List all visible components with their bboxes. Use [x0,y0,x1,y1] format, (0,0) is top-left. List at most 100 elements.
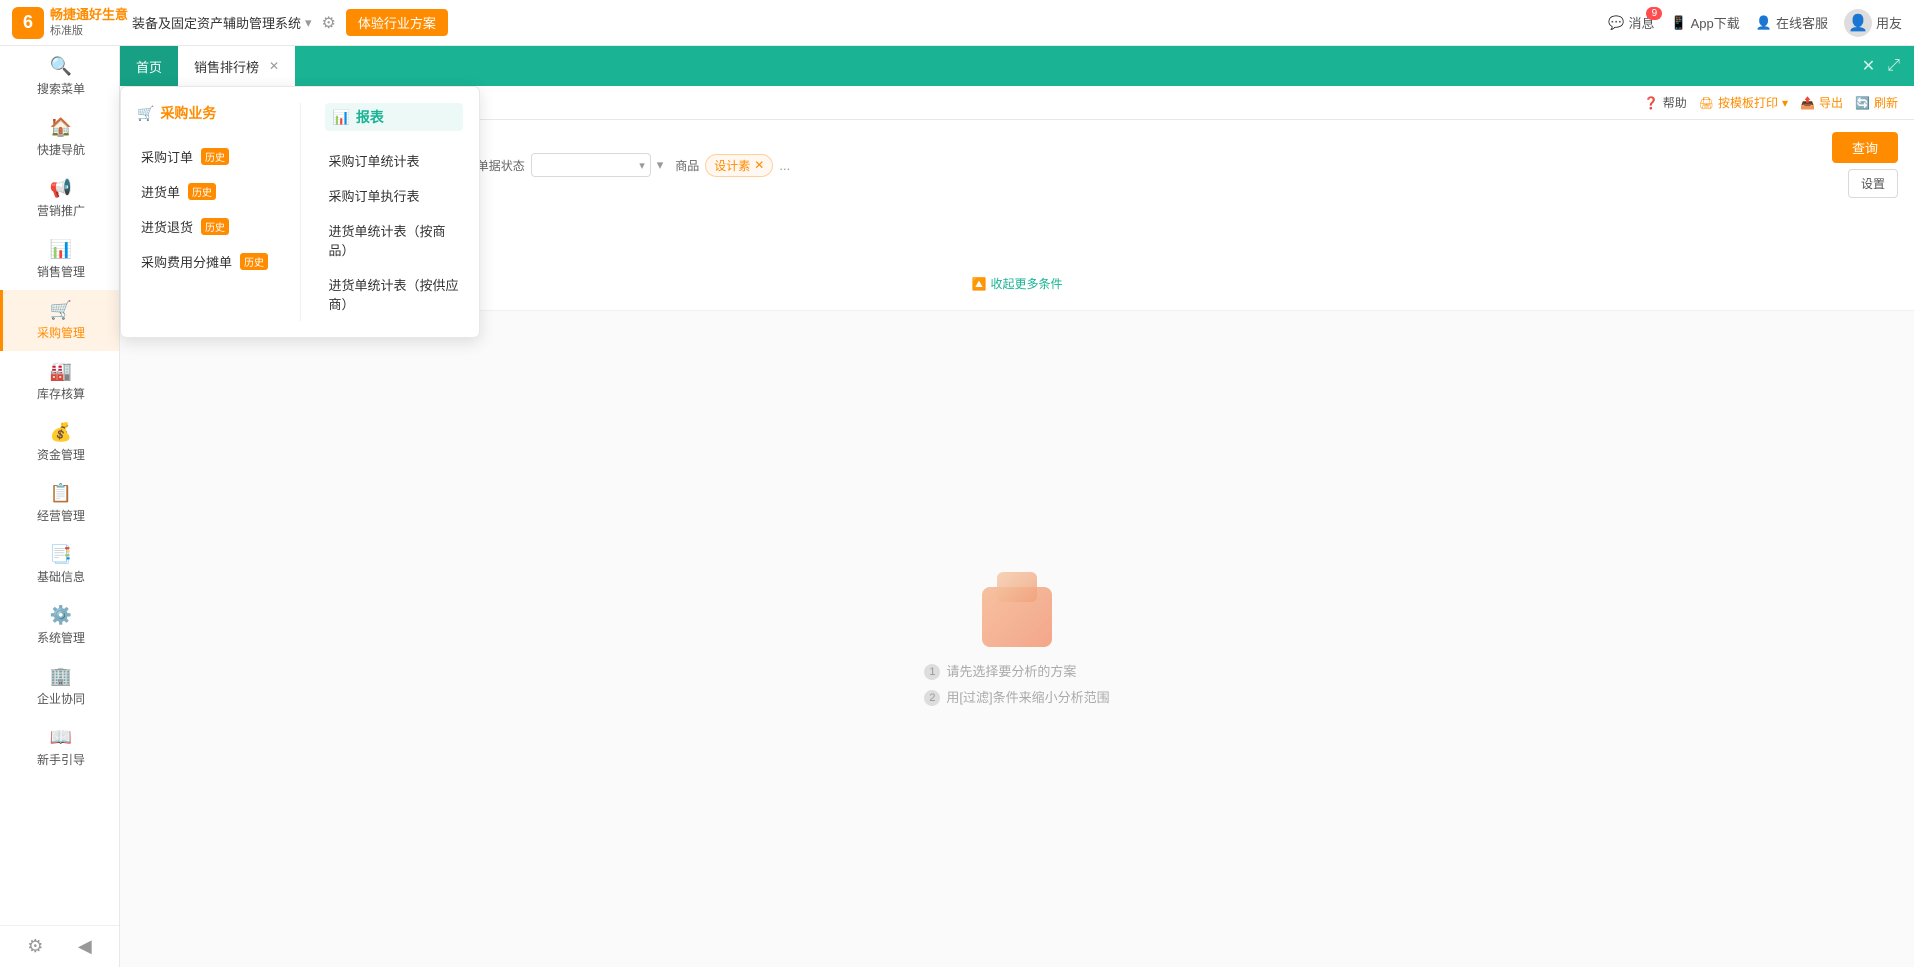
header-right: 💬 消息 9 📱 App下载 👤 在线客服 👤 用友 [1608,9,1902,37]
history-tag-3: 历史 [240,253,268,270]
purchase-menu-item-3[interactable]: 采购费用分摊单历史 [137,244,276,279]
tab-actions: ✕ ⤢ [1848,56,1914,76]
sidebar-item-basic[interactable]: 📑基础信息 [0,534,119,595]
sidebar-item-capital[interactable]: 💰资金管理 [0,412,119,473]
sidebar-label-search: 搜索菜单 [37,80,85,97]
sidebar-item-guide[interactable]: 📖新手引导 [0,717,119,778]
top-header: 6 畅捷通好生意 标准版 装备及固定资产辅助管理系统 ▾ ⚙ 体验行业方案 💬 … [0,0,1914,46]
brand-name: 畅捷通好生意 [50,7,128,24]
hint-item-1: 1 请先选择要分析的方案 [924,659,1109,685]
robot-head [997,572,1037,602]
sidebar-item-marketing[interactable]: 📢营销推广 [0,168,119,229]
message-icon: 💬 [1608,15,1624,31]
service-icon: 👤 [1756,15,1772,31]
print-btn[interactable]: 🖨 按模板打印 ▾ [1699,94,1788,111]
empty-area: 1 请先选择要分析的方案 2 用[过滤]条件来缩小分析范围 [120,311,1914,967]
sidebar-items: 🔍搜索菜单🏠快捷导航📢营销推广📊销售管理 🛒 采购管理 🏭 库存核算 💰资金管理 📋 经营管理… [0,46,119,778]
goods-filter: 商品 设计素 ✕ ... [675,154,790,177]
set-btn[interactable]: 设置 [1848,169,1898,198]
action-col: 查询 设置 [1832,132,1898,198]
sidebar-settings-btn[interactable]: ⚙ [27,936,43,957]
sidebar-icon-guide: 📖 [50,727,72,748]
tab-home[interactable]: 首页 [120,46,178,86]
brand-edition: 标准版 [50,24,128,38]
help-icon: ❓ [1644,96,1659,110]
purchase-col-title: 🛒 采购业务 [137,103,276,127]
purchase-menu-item-0[interactable]: 采购订单历史 [137,139,276,174]
print-icon: 🖨 [1699,96,1714,110]
sidebar-item-system[interactable]: ⚙️ 系统管理 [0,595,119,656]
sidebar-label-company: 企业协同 [37,690,85,707]
sidebar-item-sales[interactable]: 📊销售管理 [0,229,119,290]
report-menu-label-3: 进货单统计表（按供应商） [329,275,460,313]
history-tag-0: 历史 [201,148,229,165]
report-menu-item-1[interactable]: 采购订单执行表 [325,178,464,213]
purchase-menu-item-1[interactable]: 进货单历史 [137,174,276,209]
logo-text: 畅捷通好生意 标准版 [50,7,128,38]
goods-more-btn[interactable]: ... [779,158,790,173]
sidebar-icon-system: ⚙️ [50,605,72,626]
doc-status-expand-icon[interactable]: ▾ [657,157,664,173]
app-download-btn[interactable]: 📱 App下载 [1670,13,1739,32]
report-menu-item-0[interactable]: 采购订单统计表 [325,143,464,178]
purchase-menu-label-0: 采购订单 [141,147,193,166]
system-title: 装备及固定资产辅助管理系统 ▾ [132,13,312,32]
query-action-area: 查询 设置 [1832,132,1898,198]
sidebar-label-operations: 经营管理 [37,507,85,524]
sidebar-bottom: ⚙ ◀ [0,925,119,967]
tab-close-window-btn[interactable]: ✕ [1858,56,1879,76]
sidebar-collapse-btn[interactable]: ◀ [78,936,92,957]
industry-btn[interactable]: 体验行业方案 [346,9,448,36]
refresh-btn[interactable]: 🔄 刷新 [1855,94,1898,111]
report-menu-item-3[interactable]: 进货单统计表（按供应商） [325,267,464,321]
tab-close-btn[interactable]: ✕ [269,59,279,73]
purchase-col-icon: 🛒 [137,105,154,122]
sidebar: 🔍搜索菜单🏠快捷导航📢营销推广📊销售管理 🛒 采购管理 🏭 库存核算 💰资金管理 📋 经营管理… [0,46,120,967]
sidebar-item-purchase[interactable]: 🛒 采购管理 [0,290,119,351]
sidebar-icon-operations: 📋 [50,483,72,504]
sidebar-icon-inventory: 🏭 [50,361,72,382]
purchase-items: 采购订单历史进货单历史进货退货历史采购费用分摊单历史 [137,139,276,279]
online-service-btn[interactable]: 👤 在线客服 [1756,13,1828,32]
query-btn[interactable]: 查询 [1832,132,1898,163]
purchase-menu-item-2[interactable]: 进货退货历史 [137,209,276,244]
goods-tag: 设计素 ✕ [705,154,773,177]
header-center: 装备及固定资产辅助管理系统 ▾ ⚙ 体验行业方案 [132,9,1608,36]
sidebar-item-inventory[interactable]: 🏭 库存核算 [0,351,119,412]
export-btn[interactable]: 📤 导出 [1800,94,1843,111]
sidebar-item-search[interactable]: 🔍搜索菜单 [0,46,119,107]
settings-btn[interactable]: ⚙ [322,13,336,33]
print-dropdown-icon[interactable]: ▾ [1782,96,1788,110]
report-menu-item-2[interactable]: 进货单统计表（按商品） [325,213,464,267]
empty-illustration [967,567,1067,647]
tab-maximize-btn[interactable]: ⤢ [1883,57,1904,75]
hint-item-2: 2 用[过滤]条件来缩小分析范围 [924,685,1109,711]
help-btn[interactable]: ❓ 帮助 [1644,94,1687,111]
col-divider [300,103,301,321]
report-items: 采购订单统计表采购订单执行表进货单统计表（按商品） 进货单统计表（按供应商） [325,143,464,321]
report-col: 📊 报表 采购订单统计表采购订单执行表进货单统计表（按商品）进货单统计表（按供应… [325,103,464,321]
report-menu-label-2: 进货单统计表（按商品） [329,221,460,259]
sidebar-label-system: 系统管理 [37,629,85,646]
sidebar-label-purchase: 采购管理 [37,324,85,341]
message-btn[interactable]: 💬 消息 9 [1608,13,1654,32]
sidebar-label-sales: 销售管理 [37,263,85,280]
purchase-menu-label-3: 采购费用分摊单 [141,252,232,271]
dropdown-arrow-icon[interactable]: ▾ [305,15,312,31]
goods-tag-remove-btn[interactable]: ✕ [754,158,764,172]
doc-status-select[interactable] [531,153,651,177]
user-btn[interactable]: 👤 用友 [1844,9,1902,37]
sidebar-icon-company: 🏢 [50,666,72,687]
sidebar-item-company[interactable]: 🏢 企业协同 [0,656,119,717]
purchase-dropdown-menu: 🛒 采购业务 采购订单历史进货单历史进货退货历史采购费用分摊单历史 📊 报表 采… [120,86,480,338]
sidebar-label-inventory: 库存核算 [37,385,85,402]
sidebar-label-basic: 基础信息 [37,568,85,585]
hint-num-1: 1 [924,664,940,680]
sidebar-item-operations[interactable]: 📋 经营管理 [0,473,119,534]
export-icon: 📤 [1800,96,1815,110]
sidebar-icon-purchase: 🛒 [50,300,72,321]
tab-bar: 首页 销售排行榜 ✕ ✕ ⤢ [120,46,1914,86]
sidebar-item-quick[interactable]: 🏠快捷导航 [0,107,119,168]
tab-sales-rank[interactable]: 销售排行榜 ✕ [178,46,295,86]
logo-area: 6 畅捷通好生意 标准版 [12,7,132,39]
